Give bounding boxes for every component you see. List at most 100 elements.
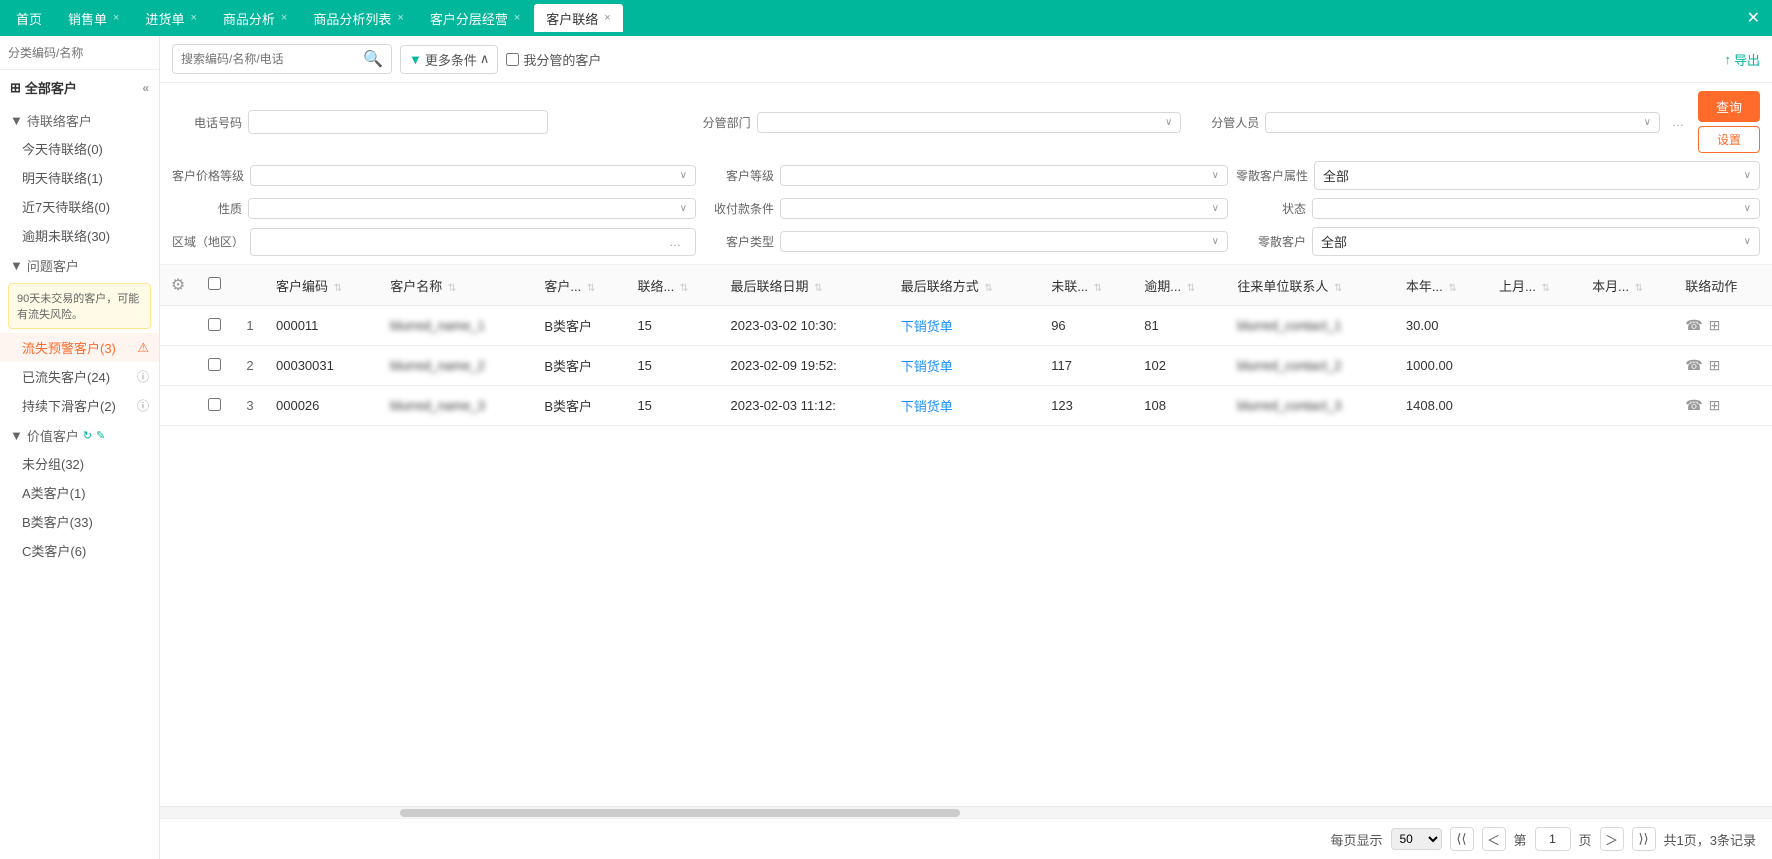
next-page-button[interactable]: ＞ xyxy=(1600,827,1624,851)
row-more-icon-0[interactable]: ⊞ xyxy=(1709,317,1721,334)
sidebar-item-tomorrow[interactable]: 明天待联络(1) xyxy=(0,163,159,192)
edit-icon[interactable]: ✎ xyxy=(96,429,105,442)
prev-page-button[interactable]: ＜ xyxy=(1482,827,1506,851)
row-call-icon-2[interactable]: ☎ xyxy=(1685,397,1702,414)
close-analysis-icon[interactable]: × xyxy=(281,12,287,24)
filter-dept: 分管部门 ∨ xyxy=(681,112,1182,133)
close-analysis-list-icon[interactable]: × xyxy=(397,12,403,24)
sidebar-item-7days[interactable]: 近7天待联络(0) xyxy=(0,192,159,221)
date-sort-icon[interactable]: ⇅ xyxy=(814,283,822,294)
sidebar-item-overdue[interactable]: 逾期未联络(30) xyxy=(0,221,159,250)
refresh-icon[interactable]: ↻ xyxy=(83,429,92,442)
tab-customer-contact[interactable]: 客户联络 × xyxy=(534,4,622,32)
row-contacts-2: 15 xyxy=(629,386,722,426)
sidebar-item-class-b[interactable]: B类客户(33) xyxy=(0,507,159,536)
row-way-link-0[interactable]: 下销货单 xyxy=(901,319,953,334)
sidebar-search-input[interactable] xyxy=(8,46,160,60)
tab-analysis-list[interactable]: 商品分析列表 × xyxy=(301,4,415,32)
close-segment-icon[interactable]: × xyxy=(514,12,520,24)
filter-row-1: 电话号码 分管部门 ∨ 分管人员 ∨ … xyxy=(172,91,1760,153)
my-customer-checkbox-label[interactable]: 我分管的客户 xyxy=(506,50,601,69)
table-settings-icon[interactable]: ⚙ xyxy=(171,277,185,294)
close-contact-icon[interactable]: × xyxy=(604,12,610,24)
tab-analysis[interactable]: 商品分析 × xyxy=(211,4,299,32)
dept-select[interactable]: ∨ xyxy=(757,112,1182,133)
horizontal-scrollbar[interactable] xyxy=(160,806,1772,818)
sidebar-item-declining[interactable]: 持续下滑客户(2) ⓘ xyxy=(0,391,159,420)
setting-button[interactable]: 设置 xyxy=(1698,126,1760,153)
row-call-icon-0[interactable]: ☎ xyxy=(1685,317,1702,334)
tab-sales[interactable]: 销售单 × xyxy=(56,4,131,32)
row-call-icon-1[interactable]: ☎ xyxy=(1685,357,1702,374)
row-way-link-1[interactable]: 下销货单 xyxy=(901,359,953,374)
row-more-icon-1[interactable]: ⊞ xyxy=(1709,357,1721,374)
price-level-arrow: ∨ xyxy=(680,170,687,181)
filter-panel: 电话号码 分管部门 ∨ 分管人员 ∨ … xyxy=(160,83,1772,265)
section-arrow-icon: ▼ xyxy=(10,113,23,128)
year-sort-icon[interactable]: ⇅ xyxy=(1448,283,1456,294)
overdue-sort-icon[interactable]: ⇅ xyxy=(1187,283,1195,294)
sidebar-item-unclassified[interactable]: 未分组(32) xyxy=(0,449,159,478)
name-sort-icon[interactable]: ⇅ xyxy=(448,283,456,294)
last-page-button[interactable]: ⟩⟩ xyxy=(1632,827,1656,851)
close-all-tabs-button[interactable]: ✕ xyxy=(1739,4,1768,32)
sidebar-item-churned[interactable]: 已流失客户(24) ⓘ xyxy=(0,362,159,391)
person-select[interactable]: ∨ xyxy=(1265,112,1660,133)
row-date-1: 2023-02-09 19:52: xyxy=(723,346,893,386)
dept-select-arrow: ∨ xyxy=(1165,117,1172,128)
tab-customer-segment[interactable]: 客户分层经营 × xyxy=(418,4,532,32)
close-sales-icon[interactable]: × xyxy=(113,12,119,24)
more-filter-button[interactable]: ▼ 更多条件 ∧ xyxy=(400,45,498,74)
sidebar-item-today[interactable]: 今天待联络(0) xyxy=(0,134,159,163)
th-name: 客户名称 ⇅ xyxy=(382,265,536,306)
row-check-0[interactable] xyxy=(208,318,221,331)
page-number-input[interactable] xyxy=(1535,827,1571,851)
select-all-checkbox[interactable] xyxy=(208,277,221,290)
payment-select[interactable]: ∨ xyxy=(780,198,1228,219)
collapse-sidebar-icon[interactable]: « xyxy=(142,81,149,95)
status-select[interactable]: ∨ xyxy=(1312,198,1760,219)
row-check-2[interactable] xyxy=(208,398,221,411)
contacts-sort-icon[interactable]: ⇅ xyxy=(680,283,688,294)
row-check-1[interactable] xyxy=(208,358,221,371)
query-button[interactable]: 查询 xyxy=(1698,91,1760,122)
my-customer-checkbox[interactable] xyxy=(506,53,519,66)
person-more-btn[interactable]: … xyxy=(1666,113,1690,131)
all-customers-header[interactable]: ⊞ 全部客户 « xyxy=(0,70,159,105)
not-contact-sort-icon[interactable]: ⇅ xyxy=(1094,283,1102,294)
row-way-link-2[interactable]: 下销货单 xyxy=(901,399,953,414)
code-sort-icon[interactable]: ⇅ xyxy=(334,283,342,294)
row-more-icon-2[interactable]: ⊞ xyxy=(1709,397,1721,414)
search-input[interactable] xyxy=(181,52,363,66)
row-way-0: 下销货单 xyxy=(893,306,1043,346)
export-button[interactable]: ↑ 导出 xyxy=(1724,50,1760,69)
zero-customer-select[interactable]: 全部 ∨ xyxy=(1312,227,1760,256)
way-sort-icon[interactable]: ⇅ xyxy=(984,283,992,294)
section-pending-contact[interactable]: ▼ 待联络客户 xyxy=(0,105,159,134)
section-problem-customer[interactable]: ▼ 问题客户 xyxy=(0,250,159,279)
nature-select[interactable]: ∨ xyxy=(248,198,696,219)
page-size-select[interactable]: 50 100 200 xyxy=(1391,828,1442,850)
close-purchase-icon[interactable]: × xyxy=(190,12,196,24)
lmonth-sort-icon[interactable]: ⇅ xyxy=(1541,283,1549,294)
unit-sort-icon[interactable]: ⇅ xyxy=(1334,283,1342,294)
section-value-customer[interactable]: ▼ 价值客户 ↻ ✎ xyxy=(0,420,159,449)
tab-home[interactable]: 首页 xyxy=(4,4,54,32)
search-submit-icon[interactable]: 🔍 xyxy=(363,49,383,69)
region-select[interactable]: … xyxy=(250,228,696,256)
sidebar-item-churn-warning[interactable]: 流失预警客户(3) ⚠ xyxy=(0,333,159,362)
customer-level-select[interactable]: ∨ xyxy=(780,165,1228,186)
th-unit-contact: 往来单位联系人 ⇅ xyxy=(1229,265,1398,306)
zero-attr-select[interactable]: 全部 ∨ xyxy=(1314,161,1760,190)
tab-purchase[interactable]: 进货单 × xyxy=(133,4,208,32)
price-level-select[interactable]: ∨ xyxy=(250,165,696,186)
scrollbar-thumb[interactable] xyxy=(400,809,960,817)
first-page-button[interactable]: ⟨⟨ xyxy=(1450,827,1474,851)
sidebar-item-class-c[interactable]: C类客户(6) xyxy=(0,536,159,565)
sidebar-item-class-a[interactable]: A类客户(1) xyxy=(0,478,159,507)
region-more-btn[interactable]: … xyxy=(663,233,687,251)
tmonth-sort-icon[interactable]: ⇅ xyxy=(1635,283,1643,294)
customer-type-select[interactable]: ∨ xyxy=(780,231,1228,252)
phone-input[interactable] xyxy=(248,110,548,134)
type-sort-icon[interactable]: ⇅ xyxy=(587,283,595,294)
